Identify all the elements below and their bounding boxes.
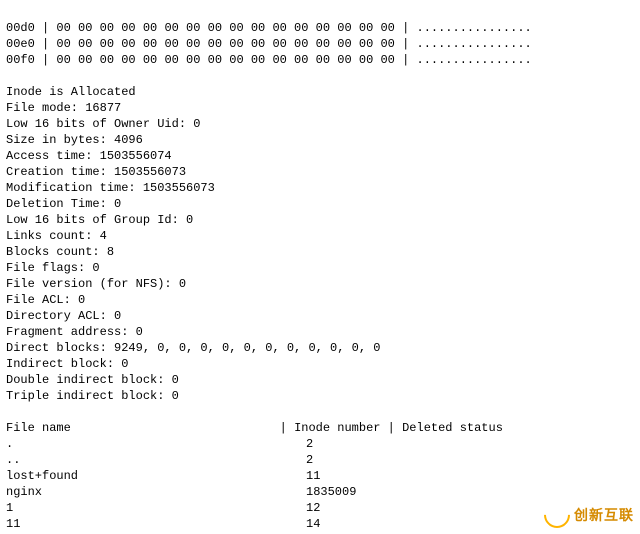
inode-number: 12 xyxy=(306,500,406,516)
creation-time: Creation time: 1503556073 xyxy=(6,165,186,179)
terminal-output: 00d0 | 00 00 00 00 00 00 00 00 00 00 00 … xyxy=(0,0,640,534)
inode-allocated: Inode is Allocated xyxy=(6,85,136,99)
direct-blocks: Direct blocks: 9249, 0, 0, 0, 0, 0, 0, 0… xyxy=(6,341,380,355)
table-row: 112 xyxy=(6,501,406,515)
hex-ascii: ................ xyxy=(417,53,532,67)
table-row: 1114 xyxy=(6,517,406,531)
file-name: .. xyxy=(6,452,306,468)
hex-offset: 00d0 xyxy=(6,21,35,35)
blocks-count: Blocks count: 8 xyxy=(6,245,114,259)
file-name: . xyxy=(6,436,306,452)
modification-time: Modification time: 1503556073 xyxy=(6,181,215,195)
file-flags: File flags: 0 xyxy=(6,261,100,275)
directory-acl: Directory ACL: 0 xyxy=(6,309,121,323)
table-row: nginx1835009 xyxy=(6,485,406,499)
indirect-block: Indirect block: 0 xyxy=(6,357,128,371)
watermark-text: 创新互联 xyxy=(574,507,634,523)
access-time: Access time: 1503556074 xyxy=(6,149,172,163)
table-row: lost+found11 xyxy=(6,469,406,483)
col-header-deleted: Deleted status xyxy=(402,421,503,435)
inode-number: 11 xyxy=(306,468,406,484)
file-acl: File ACL: 0 xyxy=(6,293,85,307)
hex-bytes: 00 00 00 00 00 00 00 00 00 00 00 00 00 0… xyxy=(56,37,394,51)
group-id-low16: Low 16 bits of Group Id: 0 xyxy=(6,213,193,227)
file-name: 1 xyxy=(6,500,306,516)
hex-offset: 00e0 xyxy=(6,37,35,51)
file-name: lost+found xyxy=(6,468,306,484)
links-count: Links count: 4 xyxy=(6,229,107,243)
inode-number: 14 xyxy=(306,516,406,532)
file-name: nginx xyxy=(6,484,306,500)
col-header-inode: Inode number xyxy=(294,421,380,435)
hex-row-00d0: 00d0 | 00 00 00 00 00 00 00 00 00 00 00 … xyxy=(6,21,532,35)
hex-row-00e0: 00e0 | 00 00 00 00 00 00 00 00 00 00 00 … xyxy=(6,37,532,51)
fragment-address: Fragment address: 0 xyxy=(6,325,143,339)
deletion-time: Deletion Time: 0 xyxy=(6,197,121,211)
double-indirect-block: Double indirect block: 0 xyxy=(6,373,179,387)
file-version-nfs: File version (for NFS): 0 xyxy=(6,277,186,291)
swirl-icon xyxy=(539,497,576,534)
hex-bytes: 00 00 00 00 00 00 00 00 00 00 00 00 00 0… xyxy=(56,53,394,67)
watermark-logo: 创新互联 xyxy=(544,502,634,528)
hex-row-00f0: 00f0 | 00 00 00 00 00 00 00 00 00 00 00 … xyxy=(6,53,532,67)
table-row: ..2 xyxy=(6,453,406,467)
hex-offset: 00f0 xyxy=(6,53,35,67)
hex-ascii: ................ xyxy=(417,37,532,51)
triple-indirect-block: Triple indirect block: 0 xyxy=(6,389,179,403)
col-header-filename: File name xyxy=(6,421,71,435)
hex-bytes: 00 00 00 00 00 00 00 00 00 00 00 00 00 0… xyxy=(56,21,394,35)
inode-number: 1835009 xyxy=(306,484,406,500)
hex-ascii: ................ xyxy=(417,21,532,35)
inode-number: 2 xyxy=(306,452,406,468)
table-row: .2 xyxy=(6,437,406,451)
inode-number: 2 xyxy=(306,436,406,452)
file-name: 11 xyxy=(6,516,306,532)
file-table-header: File name | Inode number | Deleted statu… xyxy=(6,421,503,435)
file-mode: File mode: 16877 xyxy=(6,101,121,115)
size-bytes: Size in bytes: 4096 xyxy=(6,133,143,147)
owner-uid-low16: Low 16 bits of Owner Uid: 0 xyxy=(6,117,200,131)
